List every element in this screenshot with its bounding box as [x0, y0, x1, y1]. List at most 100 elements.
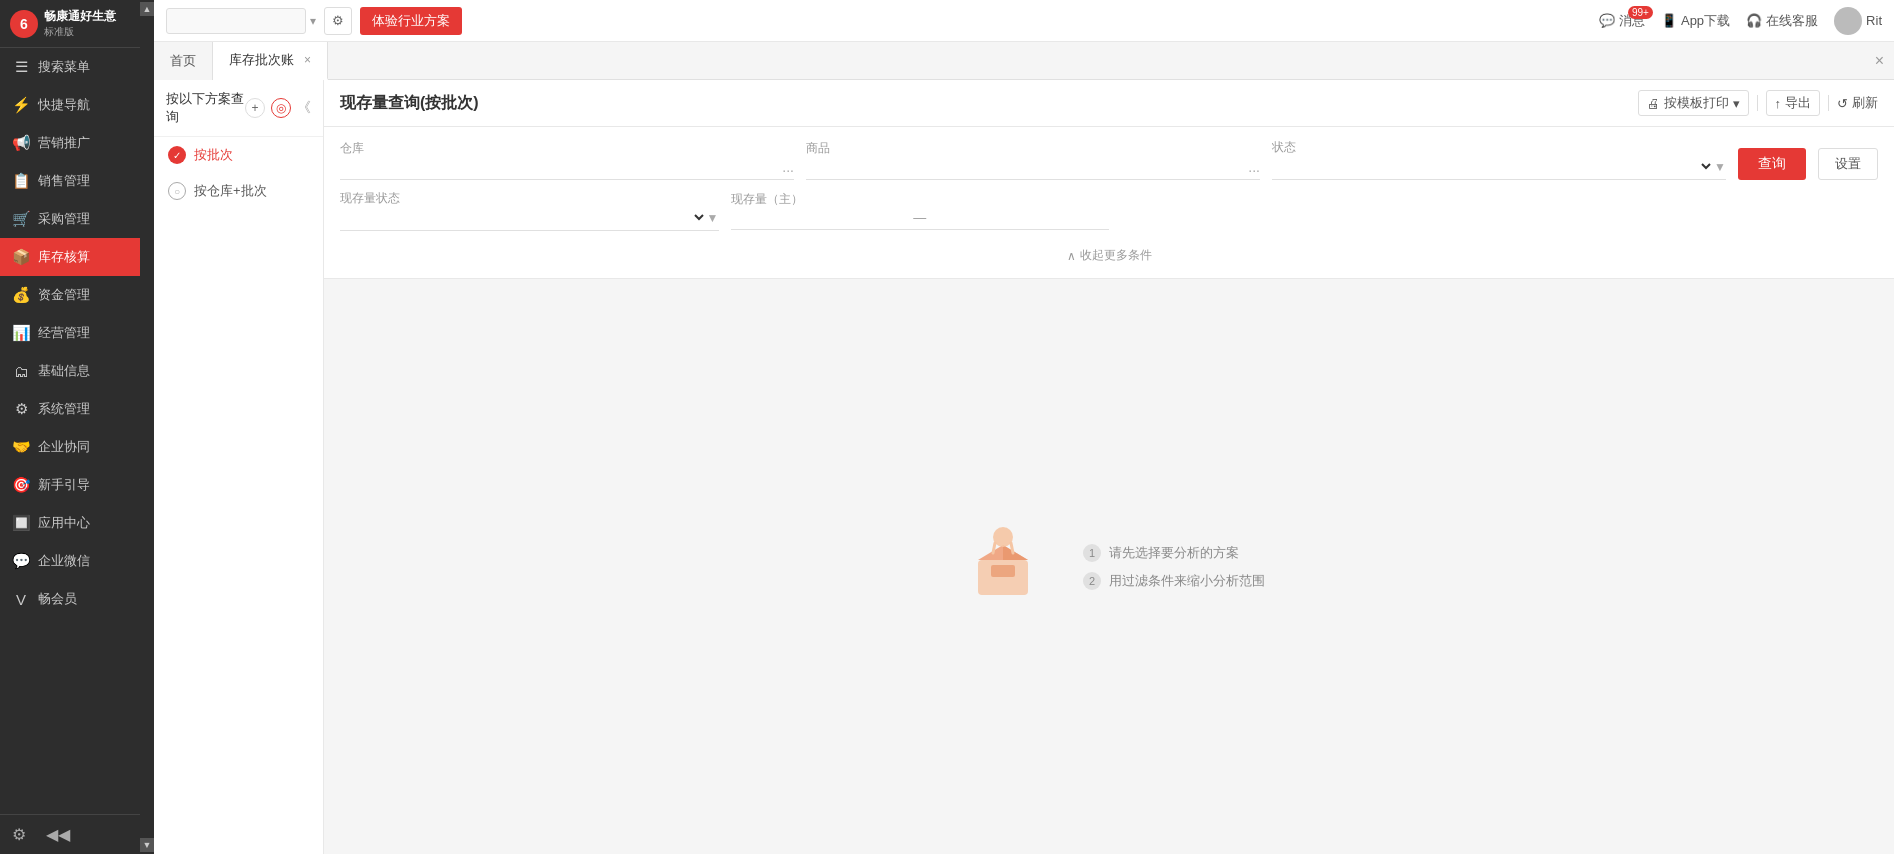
refresh-btn[interactable]: ↺ 刷新: [1837, 94, 1878, 112]
export-btn[interactable]: ↑ 导出: [1766, 90, 1821, 116]
sidebar-icon-10: 🤝: [12, 438, 30, 456]
status-select-wrap: ▼: [1272, 158, 1726, 180]
page-title-bar: 现存量查询(按批次) 🖨 按模板打印 ▾ ↑ 导出 ↺ 刷: [324, 80, 1894, 127]
sidebar-icon-1: ⚡: [12, 96, 30, 114]
plan-settings-btn[interactable]: ◎: [271, 98, 291, 118]
topbar-chevron-icon[interactable]: ▾: [310, 14, 316, 28]
message-badge: 99+: [1628, 6, 1653, 19]
sidebar-item-系统管理[interactable]: ⚙ 系统管理: [0, 390, 140, 428]
left-panel-collapse-btn[interactable]: 《: [297, 99, 311, 117]
topbar-gear-btn[interactable]: ⚙: [324, 7, 352, 35]
tab-inventory-batch[interactable]: 库存批次账 ×: [213, 42, 328, 80]
svg-rect-3: [991, 565, 1015, 577]
sidebar-item-库存核算[interactable]: 📦 库存核算: [0, 238, 140, 276]
sidebar-item-新手引导[interactable]: 🎯 新手引导: [0, 466, 140, 504]
sidebar-item-资金管理[interactable]: 💰 资金管理: [0, 276, 140, 314]
experience-industry-btn[interactable]: 体验行业方案: [360, 7, 462, 35]
print-btn[interactable]: 🖨 按模板打印 ▾: [1638, 90, 1749, 116]
sidebar-item-畅会员[interactable]: V 畅会员: [0, 580, 140, 618]
sidebar-icon-5: 📦: [12, 248, 30, 266]
sidebar-item-基础信息[interactable]: 🗂 基础信息: [0, 352, 140, 390]
sidebar-item-采购管理[interactable]: 🛒 采购管理: [0, 200, 140, 238]
scroll-down-btn[interactable]: ▼: [140, 838, 154, 852]
sidebar-icon-3: 📋: [12, 172, 30, 190]
sidebar-item-label-10: 企业协同: [38, 438, 90, 456]
tab-home[interactable]: 首页: [154, 42, 213, 80]
user-btn[interactable]: Rit: [1834, 7, 1882, 35]
sidebar-item-经营管理[interactable]: 📊 经营管理: [0, 314, 140, 352]
add-icon: +: [251, 101, 258, 115]
divider-2: [1828, 95, 1829, 111]
sidebar-icon-13: 💬: [12, 552, 30, 570]
divider-1: [1757, 95, 1758, 111]
plan-item-label-0: 按批次: [194, 146, 233, 164]
sidebar-header: 6 畅康通好生意 标准版: [0, 0, 140, 48]
sidebar: 6 畅康通好生意 标准版 ☰ 搜索菜单 ⚡ 快捷导航 📢 营销推广 📋 销售管理…: [0, 0, 140, 854]
inventory-qty-max[interactable]: [934, 210, 1109, 225]
scroll-up-btn[interactable]: ▲: [140, 2, 154, 16]
sidebar-nav: ☰ 搜索菜单 ⚡ 快捷导航 📢 营销推广 📋 销售管理 🛒 采购管理 📦 库存核…: [0, 48, 140, 814]
sidebar-item-label-11: 新手引导: [38, 476, 90, 494]
plan-item-label-1: 按仓库+批次: [194, 182, 267, 200]
topbar: ▾ ⚙ 体验行业方案 💬 消息 99+ 📱 App下载 🎧 在线客服 Rit: [154, 0, 1894, 42]
sidebar-item-label-12: 应用中心: [38, 514, 90, 532]
plan-icon-1: ○: [168, 182, 186, 200]
product-input[interactable]: [806, 159, 1248, 174]
left-panel-actions: + ◎ 《: [245, 98, 311, 118]
empty-state: 1 请先选择要分析的方案 2 用过滤条件来缩小分析范围: [324, 279, 1894, 854]
sidebar-item-应用中心[interactable]: 🔲 应用中心: [0, 504, 140, 542]
collapse-more-btn[interactable]: ∧ 收起更多条件: [340, 241, 1878, 266]
inventory-status-filter: 现存量状态 ▼: [340, 190, 719, 231]
sidebar-item-企业微信[interactable]: 💬 企业微信: [0, 542, 140, 580]
empty-tips: 1 请先选择要分析的方案 2 用过滤条件来缩小分析范围: [1083, 544, 1265, 590]
sidebar-item-营销推广[interactable]: 📢 营销推广: [0, 124, 140, 162]
sidebar-icon-9: ⚙: [12, 400, 30, 418]
sidebar-settings-icon[interactable]: ⚙: [12, 825, 26, 844]
right-panel: 现存量查询(按批次) 🖨 按模板打印 ▾ ↑ 导出 ↺ 刷: [324, 80, 1894, 854]
sidebar-item-快捷导航[interactable]: ⚡ 快捷导航: [0, 86, 140, 124]
sidebar-item-企业协同[interactable]: 🤝 企业协同: [0, 428, 140, 466]
user-avatar: [1834, 7, 1862, 35]
app-download-btn[interactable]: 📱 App下载: [1661, 12, 1730, 30]
inventory-qty-min[interactable]: [731, 210, 906, 225]
sidebar-logo: 6: [10, 10, 38, 38]
sidebar-icon-8: 🗂: [12, 363, 30, 380]
topbar-left: ▾ ⚙ 体验行业方案: [166, 7, 1591, 35]
sidebar-item-label-5: 库存核算: [38, 248, 90, 266]
sidebar-item-label-6: 资金管理: [38, 286, 90, 304]
tip-text-1: 请先选择要分析的方案: [1109, 544, 1239, 562]
product-dots[interactable]: ...: [1248, 159, 1260, 175]
message-btn[interactable]: 💬 消息 99+: [1599, 12, 1645, 30]
warehouse-input[interactable]: [340, 159, 782, 174]
svg-line-6: [1011, 543, 1013, 553]
tab-close-icon[interactable]: ×: [304, 53, 311, 67]
collapse-more-label: 收起更多条件: [1080, 247, 1152, 264]
query-btn[interactable]: 查询: [1738, 148, 1806, 180]
sidebar-icon-11: 🎯: [12, 476, 30, 494]
sidebar-item-label-4: 采购管理: [38, 210, 90, 228]
inventory-qty-wrap: —: [731, 210, 1110, 230]
svg-marker-2: [1003, 545, 1028, 560]
warehouse-dots[interactable]: ...: [782, 159, 794, 175]
topbar-right: 💬 消息 99+ 📱 App下载 🎧 在线客服 Rit: [1599, 7, 1882, 35]
online-service-btn[interactable]: 🎧 在线客服: [1746, 12, 1818, 30]
status-select[interactable]: [1272, 158, 1714, 175]
sidebar-item-label-3: 销售管理: [38, 172, 90, 190]
left-panel-title: 按以下方案查询: [166, 90, 245, 126]
sidebar-item-label-8: 基础信息: [38, 362, 90, 380]
sidebar-brand: 畅康通好生意 标准版: [44, 8, 116, 39]
add-plan-btn[interactable]: +: [245, 98, 265, 118]
sidebar-item-搜索菜单[interactable]: ☰ 搜索菜单: [0, 48, 140, 86]
sidebar-icon-6: 💰: [12, 286, 30, 304]
refresh-icon: ↺: [1837, 96, 1848, 111]
left-panel-header: 按以下方案查询 + ◎ 《: [154, 80, 323, 137]
tabs-close-all-btn[interactable]: ×: [1875, 52, 1884, 70]
sidebar-collapse-icon[interactable]: ◀◀: [46, 825, 70, 844]
topbar-search-input[interactable]: [166, 8, 306, 34]
inventory-status-select[interactable]: [340, 209, 707, 226]
filter-settings-btn[interactable]: 设置: [1818, 148, 1878, 180]
plan-item-1[interactable]: ○ 按仓库+批次: [154, 173, 323, 209]
sidebar-item-label-9: 系统管理: [38, 400, 90, 418]
sidebar-item-销售管理[interactable]: 📋 销售管理: [0, 162, 140, 200]
plan-item-0[interactable]: ✓ 按批次: [154, 137, 323, 173]
